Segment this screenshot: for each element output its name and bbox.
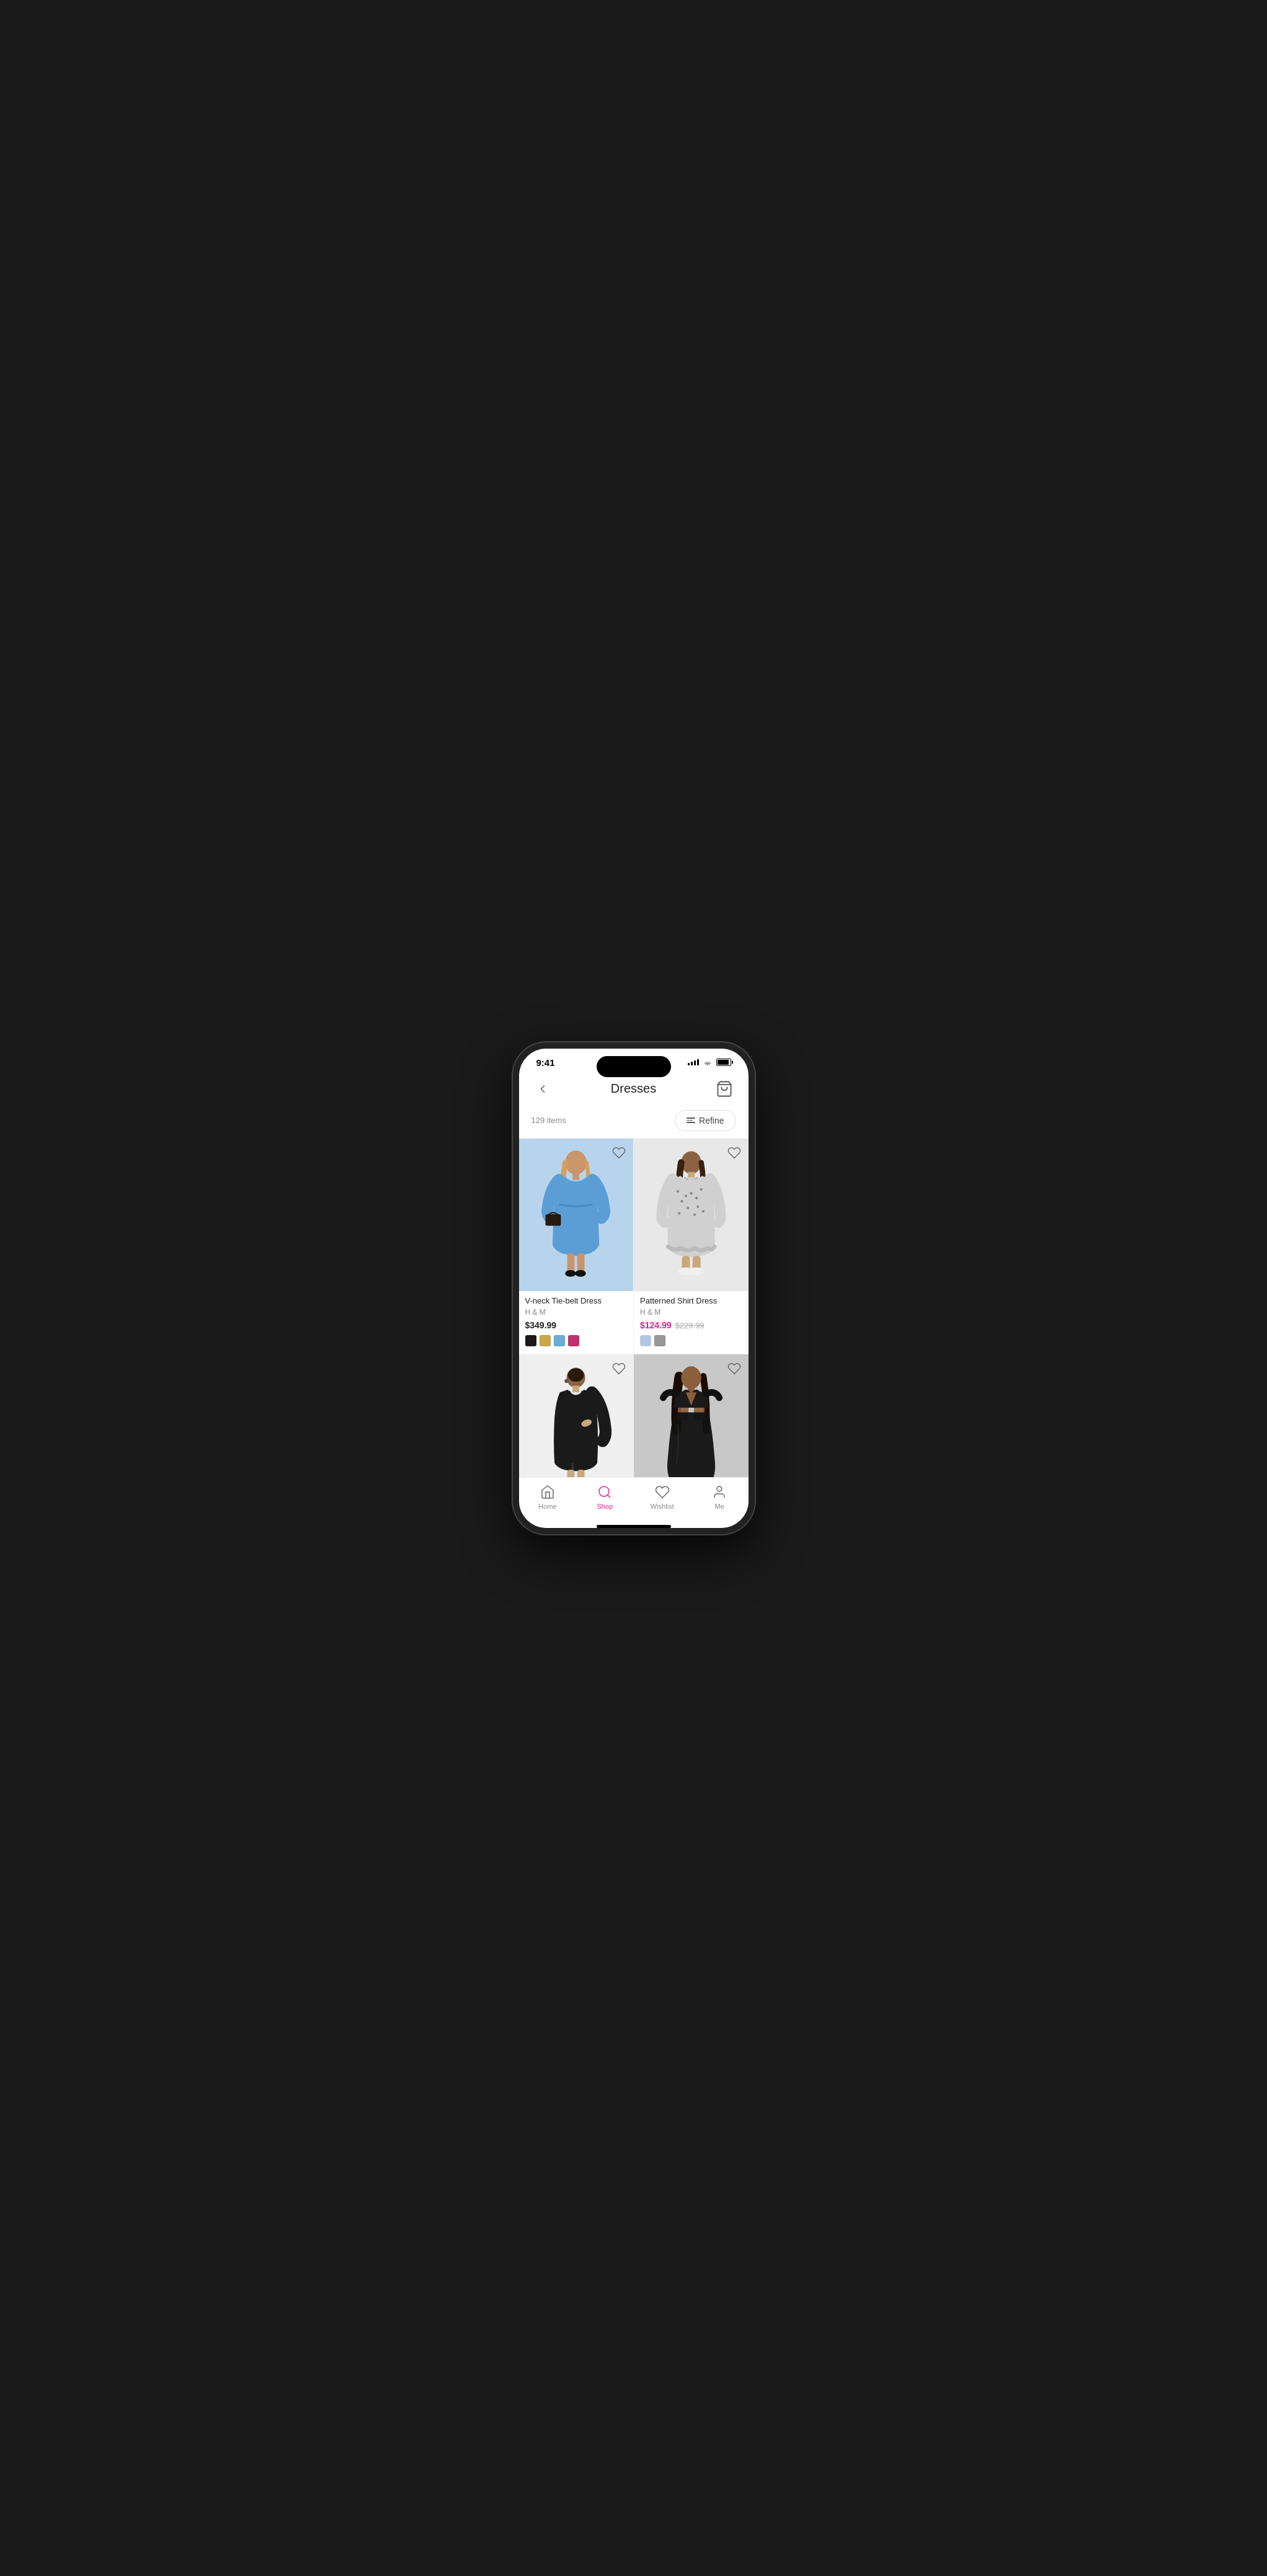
product-image-wrapper	[519, 1354, 634, 1477]
svg-line-37	[608, 1495, 610, 1497]
nav-label-me: Me	[715, 1503, 724, 1510]
svg-point-11	[684, 1194, 687, 1197]
color-swatches	[525, 1335, 628, 1346]
product-card[interactable]: Plunge Maxi Dress Mango $149.99	[634, 1354, 749, 1477]
cart-button[interactable]	[713, 1078, 736, 1100]
phone-frame: 9:41	[513, 1042, 755, 1534]
color-swatch[interactable]	[540, 1335, 551, 1346]
back-button[interactable]	[531, 1078, 554, 1100]
profile-icon	[711, 1484, 727, 1500]
color-swatch[interactable]	[568, 1335, 579, 1346]
svg-point-14	[695, 1196, 698, 1199]
home-indicator	[597, 1525, 671, 1528]
svg-point-20	[701, 1210, 704, 1212]
svg-rect-5	[577, 1253, 585, 1272]
price-original: $229.99	[675, 1321, 705, 1330]
product-name: Patterned Shirt Dress	[640, 1296, 742, 1307]
svg-point-38	[717, 1486, 722, 1491]
nav-item-me[interactable]: Me	[691, 1484, 749, 1510]
color-swatch[interactable]	[525, 1335, 536, 1346]
product-name: V-neck Tie-belt Dress	[525, 1296, 628, 1307]
home-icon	[540, 1484, 556, 1500]
product-brand: H & M	[640, 1308, 742, 1317]
svg-point-15	[700, 1188, 702, 1190]
filter-bar: 129 items Refine	[519, 1108, 749, 1139]
svg-point-16	[687, 1207, 689, 1209]
wishlist-button-3[interactable]	[610, 1359, 628, 1378]
header: Dresses	[519, 1073, 749, 1108]
product-card[interactable]: V-neck Midi Dress ASOS $89.99	[519, 1354, 634, 1477]
color-swatch[interactable]	[640, 1335, 651, 1346]
nav-item-home[interactable]: Home	[519, 1484, 577, 1510]
nav-item-shop[interactable]: Shop	[576, 1484, 634, 1510]
svg-point-26	[568, 1368, 584, 1382]
product-image-wrapper	[519, 1139, 634, 1291]
product-info: Patterned Shirt Dress H & M $124.99 $229…	[634, 1291, 749, 1354]
dynamic-island	[597, 1056, 671, 1077]
svg-rect-31	[577, 1470, 585, 1477]
product-price: $124.99 $229.99	[640, 1320, 742, 1330]
price-sale: $124.99	[640, 1320, 672, 1330]
product-grid: V-neck Tie-belt Dress H & M $349.99	[519, 1139, 749, 1477]
svg-point-6	[566, 1270, 576, 1277]
svg-rect-30	[567, 1470, 575, 1477]
signal-bars-icon	[688, 1059, 699, 1065]
svg-point-19	[693, 1213, 695, 1215]
product-image-wrapper	[634, 1139, 749, 1291]
wishlist-button-4[interactable]	[725, 1359, 744, 1378]
price-normal: $349.99	[525, 1320, 557, 1330]
svg-point-32	[681, 1366, 701, 1389]
wishlist-button-1[interactable]	[610, 1144, 628, 1162]
svg-point-24	[689, 1268, 704, 1276]
svg-point-36	[599, 1486, 609, 1496]
page-title: Dresses	[611, 1081, 656, 1096]
svg-rect-2	[572, 1172, 579, 1180]
svg-point-1	[566, 1150, 587, 1175]
status-icons	[688, 1059, 731, 1066]
nav-label-home: Home	[538, 1503, 556, 1510]
product-card[interactable]: V-neck Tie-belt Dress H & M $349.99	[519, 1139, 634, 1354]
color-swatch[interactable]	[654, 1335, 665, 1346]
color-swatches	[640, 1335, 742, 1346]
nav-item-wishlist[interactable]: Wishlist	[634, 1484, 691, 1510]
refine-icon	[687, 1117, 695, 1123]
phone-screen: 9:41	[519, 1049, 749, 1528]
product-info: V-neck Tie-belt Dress H & M $349.99	[519, 1291, 634, 1354]
svg-point-28	[564, 1379, 568, 1382]
svg-rect-4	[567, 1253, 575, 1272]
product-price: $349.99	[525, 1320, 628, 1330]
svg-point-12	[680, 1200, 683, 1202]
product-card[interactable]: Patterned Shirt Dress H & M $124.99 $229…	[634, 1139, 749, 1354]
wifi-icon	[703, 1059, 713, 1066]
svg-rect-27	[572, 1385, 579, 1392]
battery-icon	[716, 1059, 731, 1066]
svg-point-17	[696, 1205, 699, 1207]
wishlist-nav-icon	[654, 1484, 670, 1500]
refine-button[interactable]: Refine	[675, 1110, 736, 1131]
product-brand: H & M	[525, 1308, 628, 1317]
color-swatch[interactable]	[554, 1335, 565, 1346]
shop-icon	[597, 1484, 613, 1500]
svg-point-10	[677, 1190, 679, 1193]
product-image-wrapper	[634, 1354, 749, 1477]
status-time: 9:41	[536, 1057, 555, 1068]
nav-label-wishlist: Wishlist	[651, 1503, 674, 1510]
bottom-nav: Home Shop Wishlist	[519, 1477, 749, 1522]
svg-point-7	[576, 1270, 586, 1277]
wishlist-button-2[interactable]	[725, 1144, 744, 1162]
nav-label-shop: Shop	[597, 1503, 613, 1510]
svg-point-18	[678, 1212, 680, 1214]
refine-label: Refine	[699, 1116, 724, 1126]
items-count: 129 items	[531, 1116, 566, 1125]
svg-point-13	[690, 1192, 692, 1194]
svg-rect-3	[546, 1214, 561, 1225]
